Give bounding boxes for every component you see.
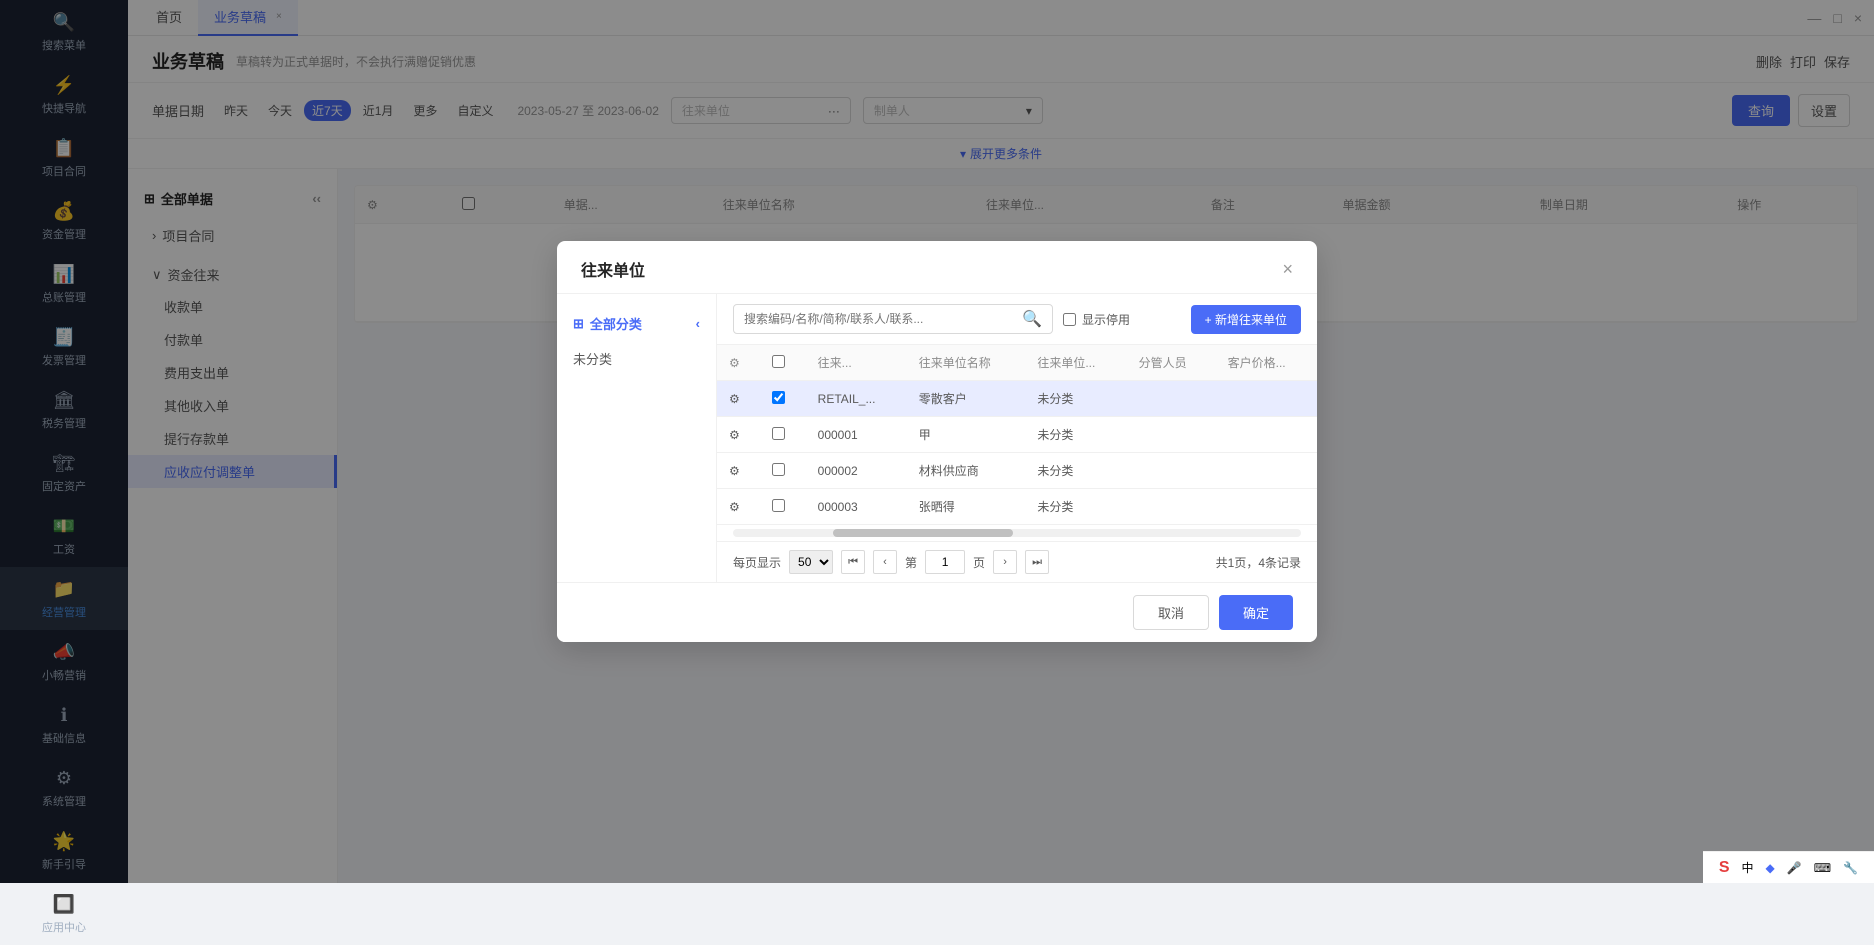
- diamond-icon: ◆: [1766, 861, 1775, 875]
- table-row[interactable]: ⚙ 000002 材料供应商 未分类: [717, 453, 1317, 489]
- row-select-checkbox[interactable]: [772, 463, 785, 476]
- row-code: 000002: [806, 453, 907, 489]
- cancel-button[interactable]: 取消: [1133, 595, 1209, 630]
- row-settings-icon: ⚙: [729, 392, 740, 406]
- dialog-settings-icon[interactable]: ⚙: [729, 356, 740, 370]
- dth-checkbox: [760, 345, 806, 381]
- row-category: 未分类: [1025, 381, 1126, 417]
- dialog-title: 往来单位: [581, 257, 645, 281]
- row-assigned: [1127, 381, 1216, 417]
- logo-s-icon: S: [1719, 859, 1730, 877]
- row-settings: ⚙: [717, 381, 760, 417]
- mic-icon[interactable]: 🎤: [1787, 861, 1802, 875]
- show-inactive-label: 显示停用: [1082, 311, 1130, 328]
- dialog-left-panel: ⊞ 全部分类 ‹ 未分类: [557, 294, 717, 582]
- grid-icon2: ⊞: [573, 316, 584, 332]
- per-page-label: 每页显示: [733, 554, 781, 571]
- row-name: 材料供应商: [907, 453, 1026, 489]
- row-category: 未分类: [1025, 417, 1126, 453]
- dth-code[interactable]: 往来...: [806, 345, 907, 381]
- row-settings-icon: ⚙: [729, 500, 740, 514]
- dialog-category-unclassified[interactable]: 未分类: [557, 341, 716, 376]
- table-row[interactable]: ⚙ 000001 甲 未分类: [717, 417, 1317, 453]
- row-price: [1216, 453, 1317, 489]
- total-info: 共1页，4条记录: [1216, 554, 1301, 571]
- table-row[interactable]: ⚙ 000003 张晒得 未分类: [717, 489, 1317, 525]
- row-settings-icon: ⚙: [729, 464, 740, 478]
- row-checkbox[interactable]: [760, 453, 806, 489]
- row-assigned: [1127, 417, 1216, 453]
- table-row[interactable]: ⚙ RETAIL_... 零散客户 未分类: [717, 381, 1317, 417]
- row-select-checkbox[interactable]: [772, 427, 785, 440]
- row-price: [1216, 417, 1317, 453]
- bottom-statusbar: S 中 ◆ 🎤 ⌨ 🔧: [1703, 851, 1874, 883]
- row-settings: ⚙: [717, 489, 760, 525]
- dialog-scrollbar[interactable]: [733, 529, 1301, 537]
- dialog-footer: 取消 确定: [557, 582, 1317, 642]
- dialog-partner-table: ⚙ 往来... 往来单位名称 往来单位... 分管人员 客户价格... ⚙: [717, 345, 1317, 525]
- show-inactive-checkbox[interactable]: [1063, 313, 1076, 326]
- keyboard-icon[interactable]: ⌨: [1814, 861, 1831, 875]
- appcenter-icon: 🔲: [53, 894, 75, 915]
- row-name: 甲: [907, 417, 1026, 453]
- dialog-search-toolbar: 🔍 显示停用 + 新增往来单位: [717, 294, 1317, 345]
- row-code: 000003: [806, 489, 907, 525]
- row-select-checkbox[interactable]: [772, 499, 785, 512]
- row-settings-icon: ⚙: [729, 428, 740, 442]
- dialog-category-all[interactable]: ⊞ 全部分类 ‹: [557, 306, 716, 341]
- dth-name[interactable]: 往来单位名称: [907, 345, 1026, 381]
- row-name: 张晒得: [907, 489, 1026, 525]
- row-assigned: [1127, 453, 1216, 489]
- add-partner-button[interactable]: + 新增往来单位: [1191, 305, 1301, 334]
- per-page-select[interactable]: 50: [789, 550, 833, 574]
- sidebar-item-appcenter[interactable]: 🔲 应用中心: [0, 882, 128, 945]
- tools-icon[interactable]: 🔧: [1843, 861, 1858, 875]
- show-inactive-toggle[interactable]: 显示停用: [1063, 311, 1130, 328]
- dth-settings: ⚙: [717, 345, 760, 381]
- dialog-close-icon[interactable]: ×: [1282, 260, 1293, 278]
- last-page-btn[interactable]: ⏭: [1025, 550, 1049, 574]
- unclassified-label: 未分类: [573, 352, 612, 367]
- row-checkbox[interactable]: [760, 417, 806, 453]
- row-checkbox[interactable]: [760, 489, 806, 525]
- dth-category[interactable]: 往来单位...: [1025, 345, 1126, 381]
- dialog-all-category-label: 全部分类: [590, 314, 642, 333]
- dialog-right-panel: 🔍 显示停用 + 新增往来单位 ⚙: [717, 294, 1317, 582]
- row-assigned: [1127, 489, 1216, 525]
- search-icon: 🔍: [1022, 309, 1042, 329]
- row-price: [1216, 489, 1317, 525]
- row-price: [1216, 381, 1317, 417]
- dth-assigned[interactable]: 分管人员: [1127, 345, 1216, 381]
- row-category: 未分类: [1025, 489, 1126, 525]
- page-suffix: 页: [973, 554, 985, 571]
- dialog-collapse-icon[interactable]: ‹: [696, 316, 700, 331]
- row-select-checkbox[interactable]: [772, 391, 785, 404]
- dialog-select-all[interactable]: [772, 355, 785, 368]
- row-code: 000001: [806, 417, 907, 453]
- dialog-pagination: 每页显示 50 ⏮ ‹ 第 页 › ⏭ 共1页，4条记录: [717, 541, 1317, 582]
- prev-page-btn[interactable]: ‹: [873, 550, 897, 574]
- dialog-search-box[interactable]: 🔍: [733, 304, 1053, 334]
- page-number-input[interactable]: [925, 550, 965, 574]
- row-code: RETAIL_...: [806, 381, 907, 417]
- row-name: 零散客户: [907, 381, 1026, 417]
- row-checkbox[interactable]: [760, 381, 806, 417]
- sidebar-item-appcenter-label: 应用中心: [42, 919, 86, 935]
- modal-overlay: 往来单位 × ⊞ 全部分类 ‹ 未分类: [0, 0, 1874, 883]
- dialog-body: ⊞ 全部分类 ‹ 未分类 🔍 显示停用: [557, 294, 1317, 582]
- dialog-search-input[interactable]: [744, 312, 1016, 326]
- confirm-button[interactable]: 确定: [1219, 595, 1293, 630]
- partner-dialog: 往来单位 × ⊞ 全部分类 ‹ 未分类: [557, 241, 1317, 642]
- page-prefix: 第: [905, 554, 917, 571]
- row-settings: ⚙: [717, 417, 760, 453]
- row-settings: ⚙: [717, 453, 760, 489]
- dialog-header: 往来单位 ×: [557, 241, 1317, 294]
- first-page-btn[interactable]: ⏮: [841, 550, 865, 574]
- dth-price[interactable]: 客户价格...: [1216, 345, 1317, 381]
- dialog-table-header: ⚙ 往来... 往来单位名称 往来单位... 分管人员 客户价格...: [717, 345, 1317, 381]
- ime-zh-icon[interactable]: 中: [1742, 859, 1754, 876]
- next-page-btn[interactable]: ›: [993, 550, 1017, 574]
- row-category: 未分类: [1025, 453, 1126, 489]
- dialog-scrollbar-thumb[interactable]: [833, 529, 1013, 537]
